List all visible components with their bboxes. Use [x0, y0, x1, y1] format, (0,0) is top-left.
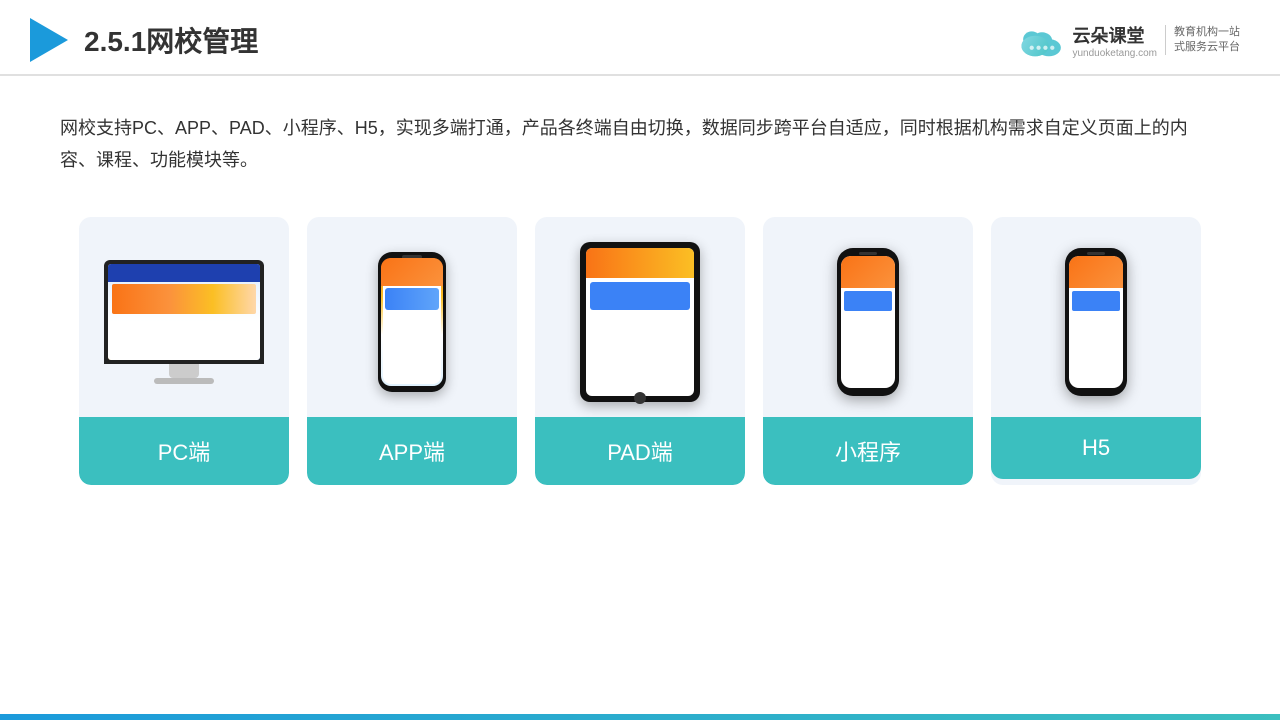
bottom-bar [0, 714, 1280, 720]
header-left: 2.5.1网校管理 [30, 18, 258, 62]
miniapp-mockup [837, 248, 899, 396]
logo-tagline: 教育机构一站 式服务云平台 [1165, 25, 1240, 56]
description-section: 网校支持PC、APP、PAD、小程序、H5，实现多端打通，产品各终端自由切换，数… [0, 76, 1280, 197]
logo-name: 云朵课堂 [1072, 22, 1157, 48]
cloud-icon [1016, 22, 1068, 58]
pad-image-area [535, 217, 745, 417]
pad-mockup [580, 242, 700, 402]
pc-image-area [79, 217, 289, 417]
logo-area: 云朵课堂 yunduoketang.com 教育机构一站 式服务云平台 [1016, 22, 1240, 59]
description-text: 网校支持PC、APP、PAD、小程序、H5，实现多端打通，产品各终端自由切换，数… [60, 112, 1220, 177]
h5-mockup [1065, 248, 1127, 396]
card-h5: H5 [991, 217, 1201, 485]
logo-url: yunduoketang.com [1072, 48, 1157, 59]
card-app: APP端 [307, 217, 517, 485]
card-pad: PAD端 [535, 217, 745, 485]
pc-label: PC端 [79, 417, 289, 485]
app-image-area [307, 217, 517, 417]
card-pc: PC端 [79, 217, 289, 485]
card-miniapp: 小程序 [763, 217, 973, 485]
h5-image-area [991, 217, 1201, 417]
page-title: 2.5.1网校管理 [84, 20, 258, 60]
pad-label: PAD端 [535, 417, 745, 485]
cards-section: PC端 APP端 PAD端 小程序 [0, 197, 1280, 505]
logo-text-group: 云朵课堂 yunduoketang.com [1072, 22, 1157, 59]
play-icon [30, 18, 68, 62]
logo-cloud: 云朵课堂 yunduoketang.com 教育机构一站 式服务云平台 [1016, 22, 1240, 59]
h5-label: H5 [991, 417, 1201, 479]
miniapp-image-area [763, 217, 973, 417]
pc-mockup [104, 260, 264, 384]
app-mockup [378, 252, 446, 392]
app-label: APP端 [307, 417, 517, 485]
header: 2.5.1网校管理 [0, 0, 1280, 76]
miniapp-label: 小程序 [763, 417, 973, 485]
